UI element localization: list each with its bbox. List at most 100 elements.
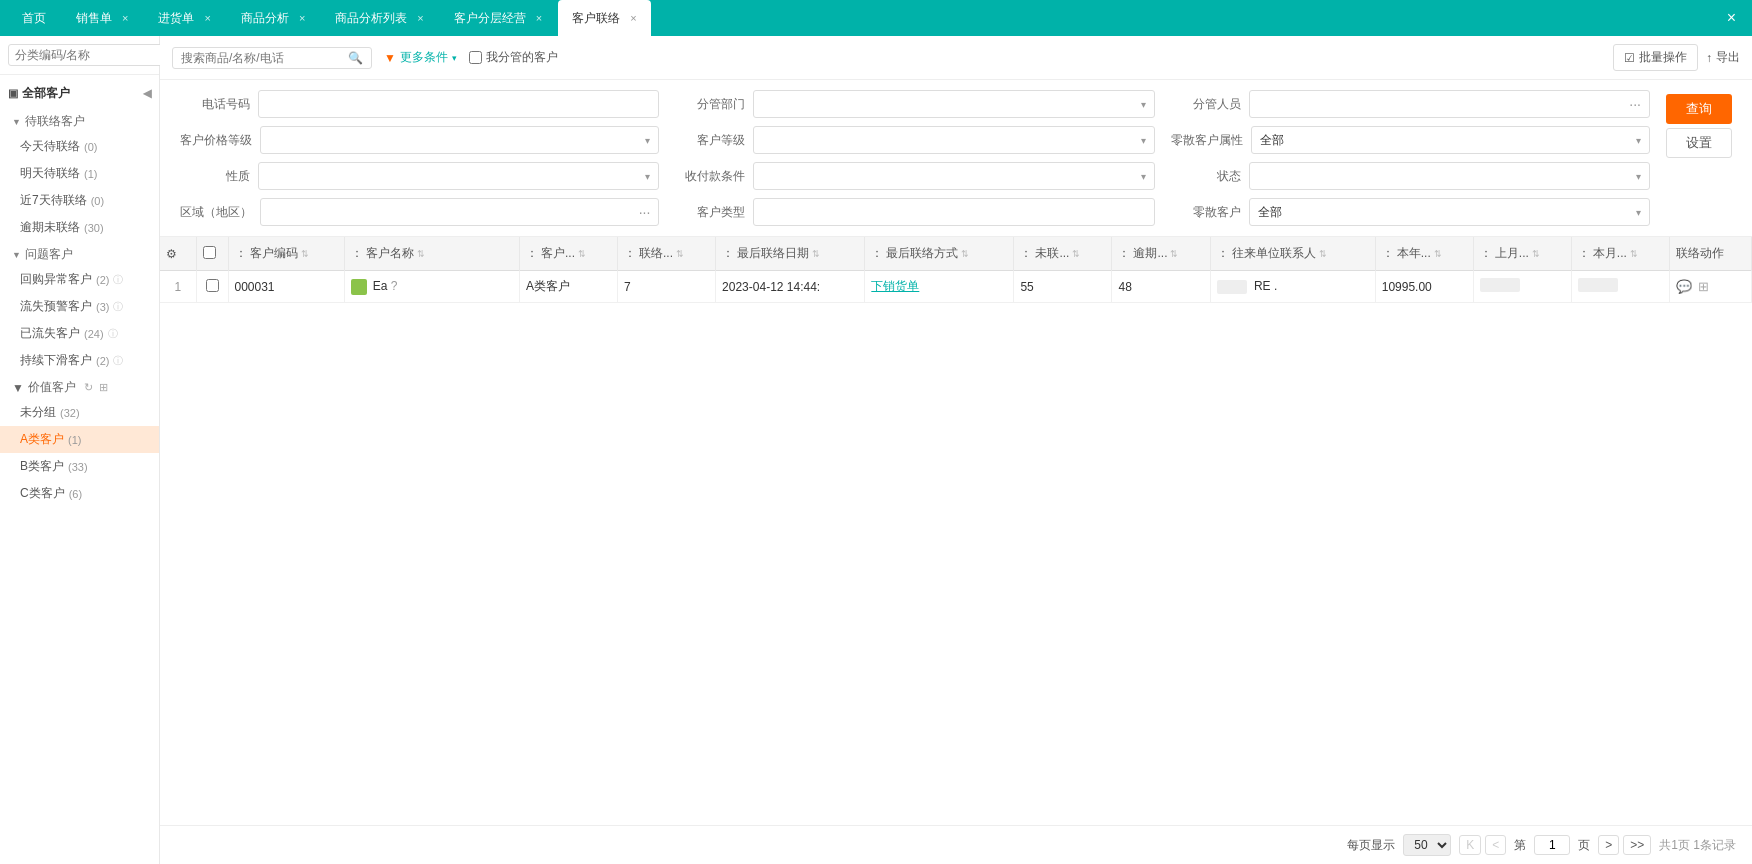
filter-nature-select[interactable]: ▾: [258, 162, 659, 190]
my-customers-checkbox-area[interactable]: 我分管的客户: [469, 49, 558, 66]
sidebar-collapse-icon[interactable]: ◀: [143, 87, 151, 100]
setting-button[interactable]: 设置: [1666, 128, 1732, 158]
nav-tab-customer-tier[interactable]: 客户分层经营 ×: [440, 0, 556, 36]
select-all-checkbox[interactable]: [203, 246, 216, 259]
nav-tab-customer-contact[interactable]: 客户联络 ×: [558, 0, 650, 36]
close-analysis-tab[interactable]: ×: [299, 12, 305, 24]
filter-actions: ☑ 批量操作 ↑ 导出: [1613, 44, 1740, 71]
sidebar-search-input[interactable]: [8, 44, 172, 66]
last-month-sort-icon[interactable]: ⇅: [1532, 249, 1540, 259]
filter-customer-level-label: 客户等级: [675, 132, 745, 149]
close-customer-contact-tab[interactable]: ×: [630, 12, 636, 24]
nav-tab-purchase[interactable]: 进货单 ×: [144, 0, 224, 36]
my-customers-checkbox[interactable]: [469, 51, 482, 64]
export-button[interactable]: ↑ 导出: [1706, 49, 1740, 66]
filter-price-level-select[interactable]: ▾: [260, 126, 659, 154]
filter-price-level-label: 客户价格等级: [180, 132, 252, 149]
filter-search-box[interactable]: 🔍: [172, 47, 372, 69]
info-icon-churned: ⓘ: [108, 327, 118, 341]
sidebar-item-overdue[interactable]: 逾期未联络 (30): [0, 214, 159, 241]
filter-payment-select[interactable]: ▾: [753, 162, 1154, 190]
sidebar-all-customers[interactable]: ▣ 全部客户 ◀: [0, 79, 159, 108]
nature-arrow-icon: ▾: [645, 171, 650, 182]
category-sort-icon[interactable]: ⇅: [578, 249, 586, 259]
sidebar-group-problem[interactable]: ▼ 问题客户: [0, 241, 159, 266]
row-overdue: 48: [1112, 271, 1210, 303]
close-sales-tab[interactable]: ×: [122, 12, 128, 24]
unit-contact-sort-icon[interactable]: ⇅: [1319, 249, 1327, 259]
page-number-input[interactable]: [1534, 835, 1570, 855]
sidebar-item-unclassified[interactable]: 未分组 (32): [0, 399, 159, 426]
first-page-button[interactable]: K: [1459, 835, 1481, 855]
filter-search-input[interactable]: [181, 51, 344, 65]
th-overdue: ： 逾期... ⇅: [1112, 237, 1210, 271]
chat-action-icon[interactable]: 💬: [1676, 279, 1692, 294]
close-all-tabs[interactable]: ×: [1719, 9, 1744, 27]
sidebar-group-value[interactable]: ▼ 价值客户 ↻ ⊞: [0, 374, 159, 399]
row-no-contact: 55: [1014, 271, 1112, 303]
sidebar-item-c-class[interactable]: C类客户 (6): [0, 480, 159, 507]
close-customer-tier-tab[interactable]: ×: [536, 12, 542, 24]
th-unit-contact: ： 往来单位联系人 ⇅: [1210, 237, 1375, 271]
overdue-sort-icon[interactable]: ⇅: [1170, 249, 1178, 259]
no-contact-sort-icon[interactable]: ⇅: [1072, 249, 1080, 259]
value-settings-icon[interactable]: ⊞: [99, 381, 108, 394]
last-page-button[interactable]: >>: [1623, 835, 1651, 855]
last-way-sort-icon[interactable]: ⇅: [961, 249, 969, 259]
last-contact-way-link[interactable]: 下销货单: [871, 279, 919, 293]
filter-more-conditions[interactable]: ▼ 更多条件 ▾: [384, 49, 457, 66]
query-button[interactable]: 查询: [1666, 94, 1732, 124]
batch-op-button[interactable]: ☑ 批量操作: [1613, 44, 1698, 71]
sidebar-item-tomorrow[interactable]: 明天待联络 (1): [0, 160, 159, 187]
filter-customer-type-select[interactable]: [753, 198, 1154, 226]
filter-retail-customer-select[interactable]: 全部▾: [1249, 198, 1650, 226]
sidebar-item-repurchase-abnormal[interactable]: 回购异常客户 (2) ⓘ: [0, 266, 159, 293]
row-checkbox[interactable]: [196, 271, 228, 303]
filter-retail-attr-select[interactable]: 全部▾: [1251, 126, 1650, 154]
filter-manager-input[interactable]: ···: [1249, 90, 1650, 118]
sidebar-item-declining[interactable]: 持续下滑客户 (2) ⓘ: [0, 347, 159, 374]
filter-region-input[interactable]: ···: [260, 198, 659, 226]
nav-tab-analysis[interactable]: 商品分析 ×: [227, 0, 319, 36]
close-analysis-list-tab[interactable]: ×: [417, 12, 423, 24]
filter-customer-level-select[interactable]: ▾: [753, 126, 1154, 154]
next-page-button[interactable]: >: [1598, 835, 1619, 855]
nav-tab-analysis-list[interactable]: 商品分析列表 ×: [321, 0, 437, 36]
nav-tab-home[interactable]: 首页: [8, 0, 60, 36]
filter-search-icon[interactable]: 🔍: [348, 51, 363, 65]
close-purchase-tab[interactable]: ×: [204, 12, 210, 24]
prev-page-button[interactable]: <: [1485, 835, 1506, 855]
pending-tri-icon: ▼: [12, 117, 21, 127]
advanced-filter: 电话号码 分管部门 ▾ 分管人员 ···: [160, 80, 1752, 237]
page-size-select[interactable]: 50: [1403, 834, 1451, 856]
this-month-sort-icon[interactable]: ⇅: [1630, 249, 1638, 259]
batch-checkbox-icon: ☑: [1624, 51, 1635, 65]
sidebar-item-a-class[interactable]: A类客户 (1): [0, 426, 159, 453]
this-year-sort-icon[interactable]: ⇅: [1434, 249, 1442, 259]
code-sort-icon[interactable]: ⇅: [301, 249, 309, 259]
sidebar-item-b-class[interactable]: B类客户 (33): [0, 453, 159, 480]
last-date-sort-icon[interactable]: ⇅: [812, 249, 820, 259]
sidebar-item-churn-warning[interactable]: 流失预警客户 (3) ⓘ: [0, 293, 159, 320]
sidebar-item-today[interactable]: 今天待联络 (0): [0, 133, 159, 160]
value-refresh-icon[interactable]: ↻: [84, 381, 93, 394]
th-settings[interactable]: ⚙: [160, 237, 196, 271]
filter-dept-select[interactable]: ▾: [753, 90, 1154, 118]
sidebar-item-7days[interactable]: 近7天待联络 (0): [0, 187, 159, 214]
settings-gear-icon[interactable]: ⚙: [166, 247, 177, 261]
nav-tab-sales[interactable]: 销售单 ×: [62, 0, 142, 36]
info-icon-repurchase: ⓘ: [113, 273, 123, 287]
sidebar-item-churned[interactable]: 已流失客户 (24) ⓘ: [0, 320, 159, 347]
filter-status-select[interactable]: ▾: [1249, 162, 1650, 190]
th-actions: 联络动作: [1669, 237, 1751, 271]
name-sort-icon[interactable]: ⇅: [417, 249, 425, 259]
row-select-checkbox[interactable]: [206, 279, 219, 292]
filter-phone-input[interactable]: [258, 90, 659, 118]
row-last-contact-way[interactable]: 下销货单: [865, 271, 1014, 303]
sidebar-group-pending[interactable]: ▼ 待联络客户: [0, 108, 159, 133]
price-level-arrow-icon: ▾: [645, 135, 650, 146]
contacts-sort-icon[interactable]: ⇅: [676, 249, 684, 259]
grid-action-icon[interactable]: ⊞: [1698, 279, 1709, 294]
filter-more-arrow-icon: ▾: [452, 53, 457, 63]
th-checkbox[interactable]: [196, 237, 228, 271]
